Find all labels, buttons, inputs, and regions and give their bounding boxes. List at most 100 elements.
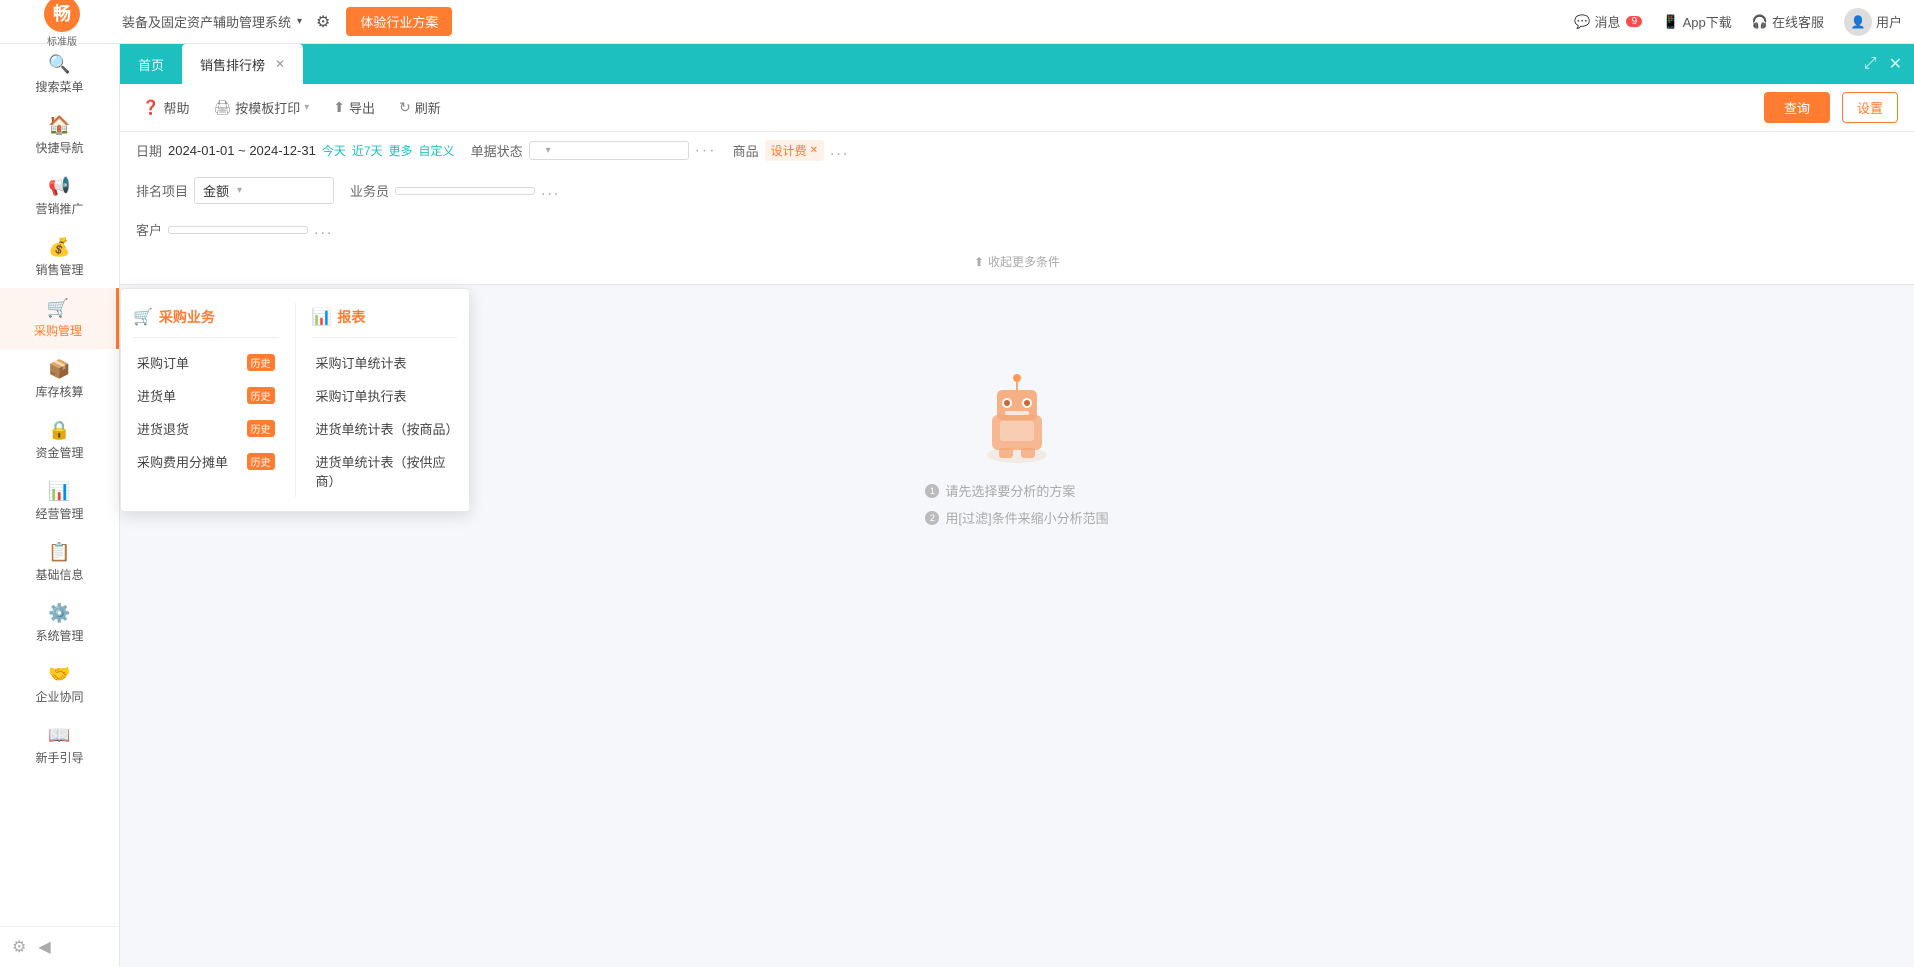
customer-dots[interactable]: ... [314,221,333,239]
filter-salesperson-label: 业务员 [350,181,389,200]
app-title-area: 装备及固定资产辅助管理系统 ▾ ⚙ [122,12,330,32]
sidebar-item-purchase-wrapper: 🛒 采购管理 🛒 采购业务 采购订单 历史 [0,288,119,349]
export-label: 导出 [349,98,375,117]
sidebar-item-sales[interactable]: 💰 销售管理 [0,227,119,288]
date-shortcut-7days[interactable]: 近7天 [352,142,383,159]
filter-goods-tag-close[interactable]: ✕ [810,145,818,156]
empty-tip-2-text: 用[过滤]条件来缩小分析范围 [945,508,1108,527]
operations-icon: 📊 [48,481,70,502]
logo-icon: 畅 [44,0,80,32]
filter-salesperson-control[interactable] [395,187,535,195]
goods-stat-by-goods-item[interactable]: 进货单统计表（按商品） [312,412,458,445]
svg-text:畅: 畅 [53,3,71,24]
sidebar-item-purchase[interactable]: 🛒 采购管理 [0,288,119,349]
filter-rank-label: 排名项目 [136,181,188,200]
sidebar-item-inventory[interactable]: 📦 库存核算 [0,349,119,410]
settings-button[interactable]: 设置 [1842,92,1898,123]
collapse-button[interactable]: ⬆ 收起更多条件 [974,253,1060,270]
filter-doc-status-item: 单据状态 ▾ ··· [471,141,717,160]
sales-icon: 💰 [48,237,70,258]
message-item[interactable]: 💬 消息 9 [1574,12,1642,31]
report-col-label: 报表 [337,307,365,327]
collapse-up-icon: ⬆ [974,255,984,269]
sidebar: 🔍 搜索菜单 🏠 快捷导航 📢 营销推广 💰 销售管理 🛒 采购管理 [0,44,120,967]
goods-stat-by-supplier-item[interactable]: 进货单统计表（按供应商） [312,445,458,497]
purchase-order-exec-item[interactable]: 采购订单执行表 [312,379,458,412]
date-shortcut-today[interactable]: 今天 [322,142,346,159]
empty-tip-1-text: 请先选择要分析的方案 [945,481,1075,500]
sidebar-item-finance[interactable]: 🔒 资金管理 [0,410,119,471]
goods-return-item[interactable]: 进货退货 历史 [133,412,279,445]
print-button[interactable]: 🖨 按模板打印 ▾ [207,94,315,121]
tab-sales-rank[interactable]: 销售排行榜 ✕ [182,44,303,84]
sidebar-label-finance: 资金管理 [35,444,83,461]
sidebar-label-operations: 经营管理 [35,505,83,522]
date-range-control[interactable]: 2024-01-01 ~ 2024-12-31 [168,143,316,158]
sidebar-item-search[interactable]: 🔍 搜索菜单 [0,44,119,105]
sidebar-item-nav[interactable]: 🏠 快捷导航 [0,105,119,166]
date-shortcut-more[interactable]: 更多 [389,142,413,159]
dropdown-cols: 🛒 采购业务 采购订单 历史 进货单 历史 进货退货 [121,303,469,497]
goods-stat-by-supplier-label: 进货单统计表（按供应商） [316,452,454,490]
business-col-title: 🛒 采购业务 [133,303,279,338]
export-button[interactable]: ⬆ 导出 [327,94,381,121]
tip-dot-1: 1 [925,484,939,498]
empty-tip-1: 1 请先选择要分析的方案 [925,481,1108,500]
sidebar-item-enterprise[interactable]: 🤝 企业协同 [0,654,119,715]
business-col: 🛒 采购业务 采购订单 历史 进货单 历史 进货退货 [121,303,291,497]
phone-icon: 📱 [1662,14,1678,30]
refresh-label: 刷新 [415,98,441,117]
tab-close-icon[interactable]: ✕ [275,57,285,71]
sidebar-settings-icon[interactable]: ⚙ [12,937,26,957]
sidebar-label-sales: 销售管理 [35,261,83,278]
filter-goods-tag: 设计费 ✕ [765,140,824,161]
refresh-button[interactable]: ↻ 刷新 [393,94,447,121]
goods-stat-by-goods-label: 进货单统计表（按商品） [316,419,454,438]
sidebar-item-basic[interactable]: 📋 基础信息 [0,532,119,593]
purchase-order-item[interactable]: 采购订单 历史 [133,346,279,379]
filter-rank-item: 排名项目 金额 ▾ [136,177,334,204]
sidebar-label-enterprise: 企业协同 [35,688,83,705]
tab-home[interactable]: 首页 [120,44,182,84]
sidebar-collapse-icon[interactable]: ◀ [38,937,50,957]
topbar: 畅 标准版 装备及固定资产辅助管理系统 ▾ ⚙ 体验行业方案 💬 消息 9 📱 … [0,0,1914,44]
sidebar-item-marketing[interactable]: 📢 营销推广 [0,166,119,227]
logo-edition: 标准版 [47,33,77,48]
date-shortcut-custom[interactable]: 自定义 [419,142,455,159]
help-button[interactable]: ❓ 帮助 [136,94,195,121]
purchase-order-stat-item[interactable]: 采购订单统计表 [312,346,458,379]
filter-row-1: 日期 2024-01-01 ~ 2024-12-31 今天 近7天 更多 自定义… [136,132,1898,169]
tab-home-label: 首页 [138,55,164,74]
online-service-item[interactable]: 🎧 在线客服 [1752,12,1824,31]
doc-status-dots[interactable]: ··· [695,142,717,160]
sidebar-label-inventory: 库存核算 [35,383,83,400]
title-settings-icon[interactable]: ⚙ [316,12,330,32]
finance-icon: 🔒 [48,420,70,441]
title-dropdown-icon[interactable]: ▾ [297,16,302,27]
user-item[interactable]: 👤 用户 [1844,8,1902,36]
app-download-item[interactable]: 📱 App下载 [1662,12,1731,31]
goods-dots[interactable]: ... [830,142,849,160]
filter-customer-label: 客户 [136,220,162,239]
tab-close-all-icon[interactable]: ✕ [1885,50,1906,78]
purchase-expense-item[interactable]: 采购费用分摊单 历史 [133,445,279,478]
inventory-icon: 📦 [48,359,70,380]
search-icon: 🔍 [48,54,70,75]
dropdown-divider [295,303,296,497]
sidebar-item-operations[interactable]: 📊 经营管理 [0,471,119,532]
page-content: ❓ 帮助 🖨 按模板打印 ▾ ⬆ 导出 ↻ 刷新 查询 设置 [120,84,1914,967]
sidebar-item-system[interactable]: ⚙️ 系统管理 [0,593,119,654]
query-button[interactable]: 查询 [1764,92,1830,123]
sidebar-label-purchase: 采购管理 [34,322,82,339]
industry-button[interactable]: 体验行业方案 [346,7,452,36]
goods-receipt-item[interactable]: 进货单 历史 [133,379,279,412]
filter-doc-status-control[interactable]: ▾ [529,141,689,160]
filter-customer-control[interactable] [168,226,308,234]
sidebar-item-guide[interactable]: 📖 新手引导 [0,715,119,776]
filter-rank-control[interactable]: 金额 ▾ [194,177,334,204]
tab-expand-icon[interactable]: ⤢ [1860,51,1881,77]
salesperson-dots[interactable]: ... [541,182,560,200]
purchase-dropdown-menu: 🛒 采购业务 采购订单 历史 进货单 历史 进货退货 [120,288,470,512]
print-dropdown-icon[interactable]: ▾ [304,102,309,113]
purchase-order-exec-label: 采购订单执行表 [316,386,407,405]
